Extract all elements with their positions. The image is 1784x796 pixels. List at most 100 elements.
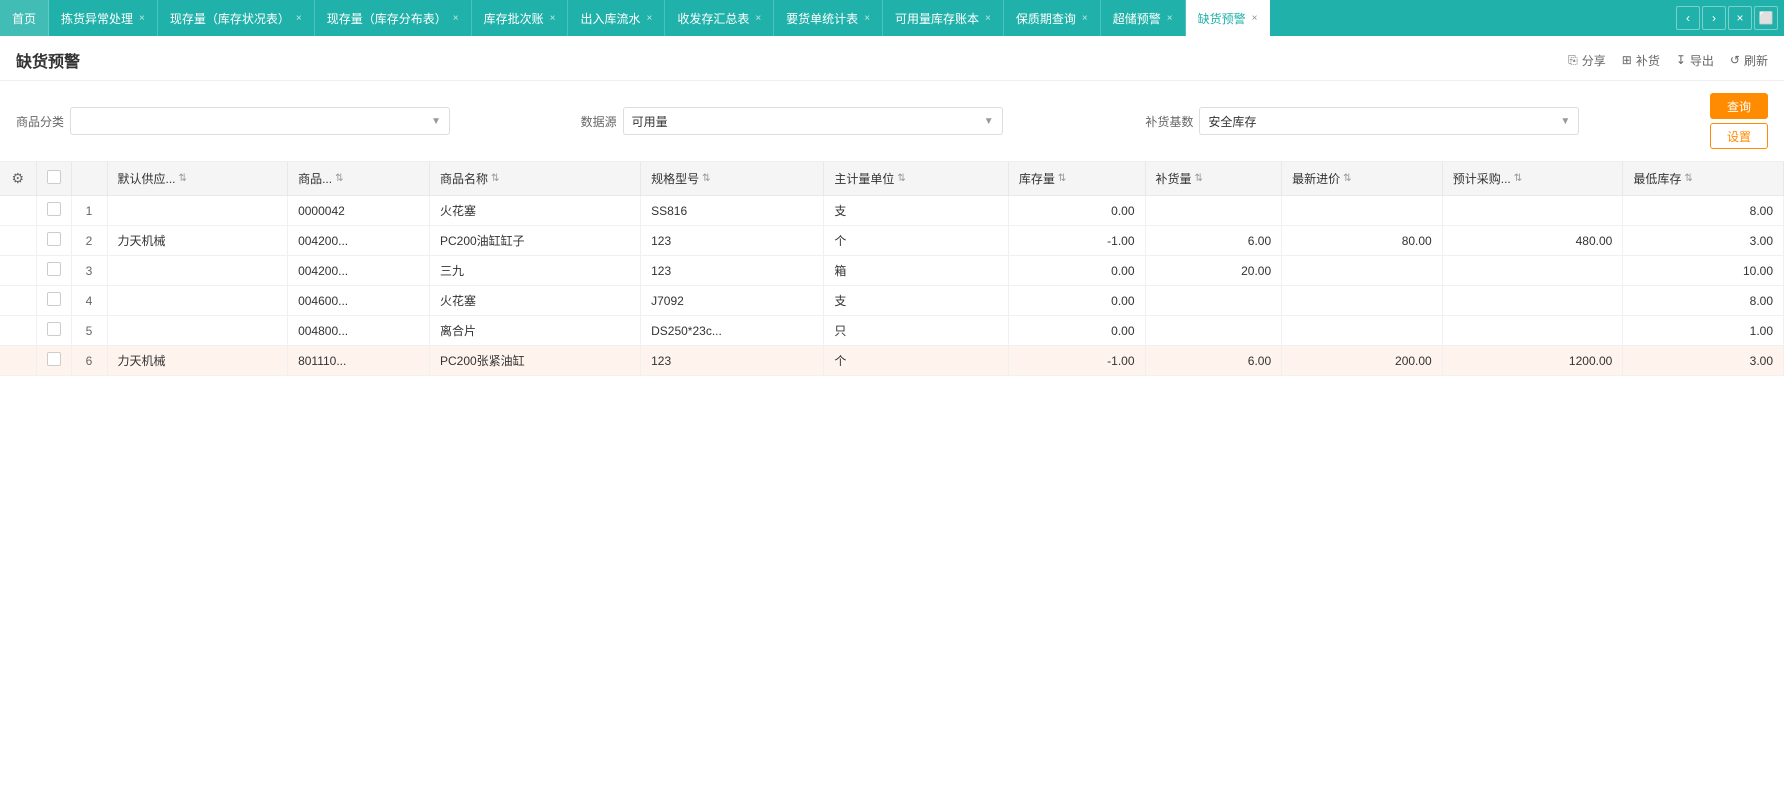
row-spec: J7092 bbox=[641, 286, 824, 316]
query-button[interactable]: 查询 bbox=[1710, 93, 1768, 119]
close-tab-icon[interactable]: × bbox=[550, 13, 556, 24]
col-header-product-code[interactable]: 商品... ⇅ bbox=[288, 162, 430, 196]
sort-est-purchase-icon[interactable]: ⇅ bbox=[1514, 173, 1522, 184]
nav-restore-button[interactable]: ⬜ bbox=[1754, 6, 1778, 30]
col-header-spec[interactable]: 规格型号 ⇅ bbox=[641, 162, 824, 196]
col-header-product-name[interactable]: 商品名称 ⇅ bbox=[429, 162, 640, 196]
sort-product-code-icon[interactable]: ⇅ bbox=[335, 173, 343, 184]
nav-tab-inout-flow[interactable]: 出入库流水× bbox=[568, 0, 665, 36]
row-min-stock: 8.00 bbox=[1623, 196, 1784, 226]
nav-tab-batch-account[interactable]: 库存批次账× bbox=[472, 0, 569, 36]
row-checkbox-cell[interactable] bbox=[36, 256, 71, 286]
row-min-stock: 3.00 bbox=[1623, 226, 1784, 256]
close-tab-icon[interactable]: × bbox=[1252, 13, 1258, 24]
row-checkbox-cell[interactable] bbox=[36, 316, 71, 346]
sort-product-name-icon[interactable]: ⇅ bbox=[491, 173, 499, 184]
row-actions-cell bbox=[0, 286, 36, 316]
close-tab-icon[interactable]: × bbox=[755, 13, 761, 24]
col-header-replenish-qty[interactable]: 补货量 ⇅ bbox=[1145, 162, 1282, 196]
category-select[interactable]: ▼ bbox=[70, 107, 450, 135]
row-checkbox[interactable] bbox=[47, 202, 61, 216]
nav-tab-demand-stat[interactable]: 要货单统计表× bbox=[774, 0, 883, 36]
row-product-code: 0000042 bbox=[288, 196, 430, 226]
nav-tab-available-ledger[interactable]: 可用量库存账本× bbox=[883, 0, 1004, 36]
row-supplier bbox=[107, 256, 288, 286]
nav-tab-shortage[interactable]: 缺货预警× bbox=[1186, 0, 1271, 36]
row-spec: 123 bbox=[641, 226, 824, 256]
close-tab-icon[interactable]: × bbox=[453, 13, 459, 24]
col-header-est-purchase[interactable]: 预计采购... ⇅ bbox=[1442, 162, 1623, 196]
sort-supplier-icon[interactable]: ⇅ bbox=[179, 173, 187, 184]
nav-close-all-button[interactable]: × bbox=[1728, 6, 1752, 30]
row-latest-price bbox=[1282, 256, 1443, 286]
settings-button[interactable]: 设置 bbox=[1710, 123, 1768, 149]
row-checkbox[interactable] bbox=[47, 352, 61, 366]
nav-prev-button[interactable]: ‹ bbox=[1676, 6, 1700, 30]
nav-tab-overstock[interactable]: 超储预警× bbox=[1101, 0, 1186, 36]
row-stock-qty: 0.00 bbox=[1008, 286, 1145, 316]
sort-latest-price-icon[interactable]: ⇅ bbox=[1343, 173, 1351, 184]
row-spec: 123 bbox=[641, 346, 824, 376]
row-checkbox-cell[interactable] bbox=[36, 226, 71, 256]
row-min-stock: 3.00 bbox=[1623, 346, 1784, 376]
close-tab-icon[interactable]: × bbox=[296, 13, 302, 24]
row-supplier bbox=[107, 316, 288, 346]
close-tab-icon[interactable]: × bbox=[985, 13, 991, 24]
row-checkbox[interactable] bbox=[47, 292, 61, 306]
row-checkbox[interactable] bbox=[47, 262, 61, 276]
header-checkbox[interactable] bbox=[47, 170, 61, 184]
sort-stock-qty-icon[interactable]: ⇅ bbox=[1058, 173, 1066, 184]
close-tab-icon[interactable]: × bbox=[1082, 13, 1088, 24]
col-header-supplier[interactable]: 默认供应... ⇅ bbox=[107, 162, 288, 196]
col-header-min-stock[interactable]: 最低库存 ⇅ bbox=[1623, 162, 1784, 196]
refresh-button[interactable]: ↺ 刷新 bbox=[1730, 52, 1768, 69]
row-replenish-qty: 6.00 bbox=[1145, 226, 1282, 256]
row-unit: 箱 bbox=[824, 256, 1009, 286]
header-actions: ⎘ 分享 ⊞ 补货 ↧ 导出 ↺ 刷新 bbox=[1568, 52, 1768, 69]
nav-tab-home[interactable]: 首页 bbox=[0, 0, 49, 36]
row-number: 5 bbox=[71, 316, 107, 346]
row-replenish-qty: 20.00 bbox=[1145, 256, 1282, 286]
sort-replenish-qty-icon[interactable]: ⇅ bbox=[1195, 173, 1203, 184]
row-latest-price bbox=[1282, 316, 1443, 346]
nav-tab-receive-summary[interactable]: 收发存汇总表× bbox=[665, 0, 774, 36]
row-product-name: PC200油缸缸子 bbox=[429, 226, 640, 256]
col-header-unit[interactable]: 主计量单位 ⇅ bbox=[824, 162, 1009, 196]
row-product-code: 004200... bbox=[288, 256, 430, 286]
close-tab-icon[interactable]: × bbox=[646, 13, 652, 24]
datasource-label: 数据源 bbox=[581, 113, 617, 130]
replenish-icon: ⊞ bbox=[1622, 53, 1632, 67]
nav-tab-inventory-status[interactable]: 现存量（库存状况表）× bbox=[158, 0, 315, 36]
col-header-settings[interactable]: ⚙ bbox=[0, 162, 36, 196]
page-title: 缺货预警 bbox=[16, 48, 80, 72]
row-checkbox-cell[interactable] bbox=[36, 196, 71, 226]
datasource-select[interactable]: 可用量 ▼ bbox=[623, 107, 1003, 135]
share-button[interactable]: ⎘ 分享 bbox=[1568, 52, 1606, 69]
replenish-button[interactable]: ⊞ 补货 bbox=[1622, 52, 1660, 69]
col-header-latest-price[interactable]: 最新进价 ⇅ bbox=[1282, 162, 1443, 196]
close-tab-icon[interactable]: × bbox=[864, 13, 870, 24]
sort-min-stock-icon[interactable]: ⇅ bbox=[1684, 173, 1692, 184]
row-checkbox[interactable] bbox=[47, 232, 61, 246]
row-checkbox-cell[interactable] bbox=[36, 346, 71, 376]
nav-next-button[interactable]: › bbox=[1702, 6, 1726, 30]
row-stock-qty: 0.00 bbox=[1008, 316, 1145, 346]
nav-tab-inventory-dist[interactable]: 现存量（库存分布表）× bbox=[315, 0, 472, 36]
sort-spec-icon[interactable]: ⇅ bbox=[702, 173, 710, 184]
replenish-base-dropdown-icon: ▼ bbox=[1560, 116, 1570, 127]
close-tab-icon[interactable]: × bbox=[139, 13, 145, 24]
row-number: 4 bbox=[71, 286, 107, 316]
row-checkbox-cell[interactable] bbox=[36, 286, 71, 316]
sort-unit-icon[interactable]: ⇅ bbox=[897, 173, 905, 184]
row-replenish-qty bbox=[1145, 316, 1282, 346]
nav-tab-exception[interactable]: 拣货异常处理× bbox=[49, 0, 158, 36]
nav-tab-expiry[interactable]: 保质期查询× bbox=[1004, 0, 1101, 36]
close-tab-icon[interactable]: × bbox=[1167, 13, 1173, 24]
col-header-stock-qty[interactable]: 库存量 ⇅ bbox=[1008, 162, 1145, 196]
gear-icon[interactable]: ⚙ bbox=[11, 170, 24, 186]
replenish-base-select[interactable]: 安全库存 ▼ bbox=[1199, 107, 1579, 135]
row-checkbox[interactable] bbox=[47, 322, 61, 336]
col-header-checkbox[interactable] bbox=[36, 162, 71, 196]
export-button[interactable]: ↧ 导出 bbox=[1676, 52, 1714, 69]
row-product-code: 801110... bbox=[288, 346, 430, 376]
